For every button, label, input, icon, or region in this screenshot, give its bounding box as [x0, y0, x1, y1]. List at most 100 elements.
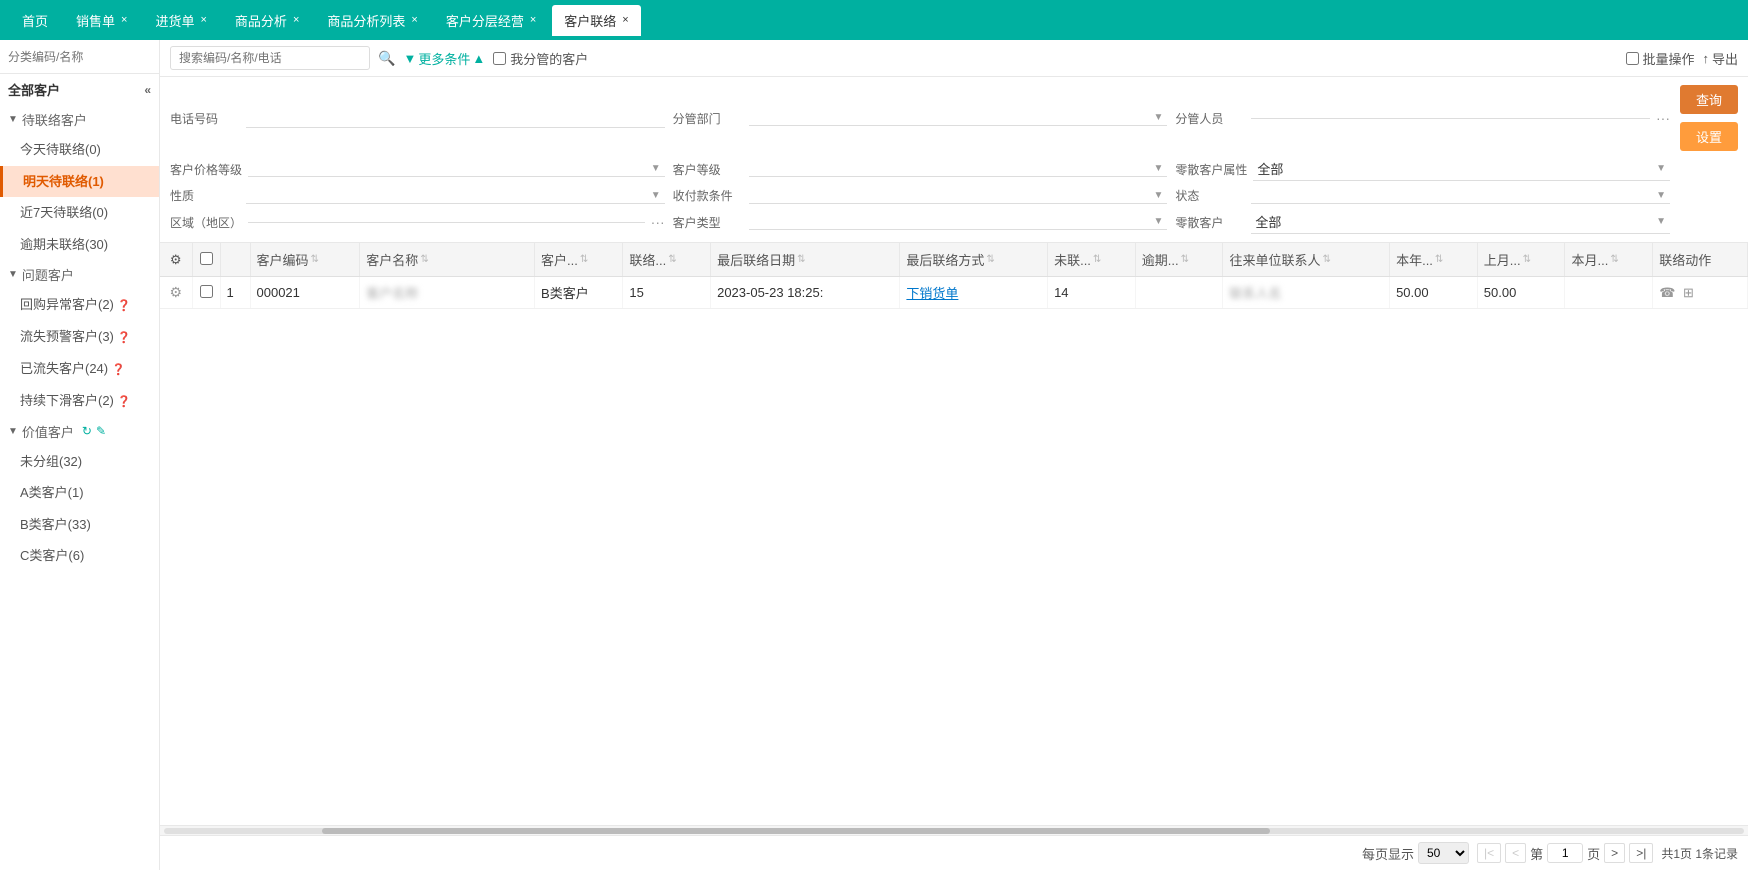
batch-operation-button[interactable]: 批量操作 — [1626, 49, 1694, 68]
col-overdue-header[interactable]: 逾期... ⇅ — [1135, 243, 1223, 277]
sidebar-item-today-pending[interactable]: 今天待联络(0) — [0, 134, 159, 166]
col-gear-header[interactable]: ⚙ — [160, 243, 192, 277]
select-all-checkbox[interactable] — [200, 252, 213, 265]
nav-purchase-order[interactable]: 进货单 × — [143, 5, 218, 36]
last-contact-method-link[interactable]: 下销货单 — [906, 286, 958, 301]
nav-product-analysis[interactable]: 商品分析 × — [223, 5, 311, 36]
col-this-month-header[interactable]: 本月... ⇅ — [1565, 243, 1653, 277]
sidebar-item-class-c[interactable]: C类客户(6) — [0, 540, 159, 572]
filter-status-select[interactable]: ▼ — [1251, 188, 1670, 204]
sidebar-group-value[interactable]: ▼ 价值客户 ↻ ✎ — [0, 417, 159, 446]
col-contacts-header[interactable]: 联络... ⇅ — [623, 243, 711, 277]
prev-page-button[interactable]: < — [1505, 843, 1526, 863]
col-not-contacted-header[interactable]: 未联... ⇅ — [1048, 243, 1136, 277]
row-index: 1 — [220, 277, 250, 309]
filter-price-grade: 客户价格等级 ▼ — [170, 161, 665, 178]
sidebar-search-input[interactable] — [8, 50, 160, 64]
chevron-down-icon: ▼ — [1153, 112, 1163, 123]
gear-icon[interactable]: ⚙ — [170, 252, 182, 267]
col-customer-name-header[interactable]: 客户名称 ⇅ — [360, 243, 535, 277]
filter-payment-terms-select[interactable]: ▼ — [749, 188, 1168, 204]
close-icon[interactable]: × — [622, 14, 628, 26]
col-contact-person-header[interactable]: 往来单位联系人 ⇅ — [1223, 243, 1390, 277]
col-last-contact-method-header[interactable]: 最后联络方式 ⇅ — [900, 243, 1048, 277]
sidebar-item-class-a[interactable]: A类客户(1) — [0, 477, 159, 509]
col-this-year-header[interactable]: 本年... ⇅ — [1390, 243, 1478, 277]
export-button[interactable]: ↑ 导出 — [1702, 49, 1738, 68]
sidebar-group-pending[interactable]: ▼ 待联络客户 — [0, 105, 159, 134]
chevron-down-icon: ▼ — [1153, 190, 1163, 201]
col-customer-code-header[interactable]: 客户编码 ⇅ — [250, 243, 360, 277]
more-action-icon[interactable]: ⊞ — [1683, 285, 1694, 300]
close-icon[interactable]: × — [121, 14, 127, 26]
filter-retail-customer-select[interactable]: 全部 ▼ — [1251, 210, 1670, 234]
last-page-button[interactable]: >| — [1629, 843, 1653, 863]
filter-retail-attr-select[interactable]: 全部 ▼ — [1253, 157, 1670, 181]
row-checkbox[interactable] — [192, 277, 220, 309]
row-last-month: 50.00 — [1477, 277, 1565, 309]
filter-customer-grade-select[interactable]: ▼ — [749, 161, 1168, 177]
filter-search-input[interactable] — [170, 46, 370, 70]
more-conditions-toggle[interactable]: ▼ 更多条件 ▲ — [403, 49, 485, 68]
filter-price-grade-select[interactable]: ▼ — [248, 161, 665, 177]
horizontal-scrollbar[interactable] — [160, 825, 1748, 835]
my-customers-checkbox[interactable] — [493, 52, 506, 65]
filter-customer-type-select[interactable]: ▼ — [749, 214, 1168, 230]
row-customer-name: 客户名称 — [360, 277, 535, 309]
row-select-checkbox[interactable] — [200, 285, 213, 298]
filter-manager: 分管人员 ··· — [1175, 110, 1670, 127]
nav-customer-contact[interactable]: 客户联络 × — [552, 5, 640, 36]
page-size-select[interactable]: 50 100 200 — [1418, 842, 1469, 864]
nav-customer-tier[interactable]: 客户分层经营 × — [434, 5, 548, 36]
batch-checkbox[interactable] — [1626, 52, 1639, 65]
edit-icon[interactable]: ✎ — [96, 424, 106, 438]
filter-customer-type: 客户类型 ▼ — [673, 214, 1168, 231]
sidebar-item-declining[interactable]: 持续下滑客户(2) ❓ — [0, 385, 159, 417]
close-icon[interactable]: × — [200, 14, 206, 26]
set-button[interactable]: 设置 — [1680, 122, 1738, 151]
close-icon[interactable]: × — [530, 14, 536, 26]
my-customers-filter[interactable]: 我分管的客户 — [493, 49, 588, 68]
filter-nature-select[interactable]: ▼ — [246, 188, 665, 204]
next-page-button[interactable]: > — [1604, 843, 1625, 863]
query-button[interactable]: 查询 — [1680, 85, 1738, 114]
close-icon[interactable]: × — [293, 14, 299, 26]
sidebar-item-churned[interactable]: 已流失客户(24) ❓ — [0, 353, 159, 385]
filter-region-dots[interactable]: ··· — [651, 214, 665, 230]
col-last-contact-date-header[interactable]: 最后联络日期 ⇅ — [711, 243, 900, 277]
chevron-down-icon: ▼ — [1656, 216, 1666, 227]
page-number-input[interactable] — [1547, 843, 1583, 863]
sidebar-item-tomorrow-pending[interactable]: 明天待联络(1) — [0, 166, 159, 198]
sort-icon: ⇅ — [580, 254, 588, 265]
scrollbar-thumb[interactable] — [322, 828, 1270, 834]
arrow-icon: ▼ — [8, 114, 18, 125]
sidebar-item-churn-warning[interactable]: 流失预警客户(3) ❓ — [0, 321, 159, 353]
refresh-icon[interactable]: ↻ — [82, 424, 92, 438]
sidebar-item-overdue-pending[interactable]: 逾期未联络(30) — [0, 229, 159, 261]
row-gear[interactable]: ⚙ — [160, 277, 192, 309]
close-icon[interactable]: × — [411, 14, 417, 26]
sidebar-all-customers[interactable]: 全部客户 « — [0, 74, 159, 105]
filter-manager-dots[interactable]: ··· — [1656, 110, 1670, 126]
filter-search-button[interactable]: 🔍 — [378, 50, 395, 67]
sidebar-item-class-b[interactable]: B类客户(33) — [0, 509, 159, 541]
nav-home[interactable]: 首页 — [10, 5, 60, 36]
sidebar-item-unclassified[interactable]: 未分组(32) — [0, 446, 159, 478]
col-last-month-header[interactable]: 上月... ⇅ — [1477, 243, 1565, 277]
filter-dept-select[interactable]: ▼ — [749, 110, 1168, 126]
sidebar-group-problem[interactable]: ▼ 问题客户 — [0, 260, 159, 289]
nav-product-analysis-list[interactable]: 商品分析列表 × — [315, 5, 429, 36]
col-customer-type-header[interactable]: 客户... ⇅ — [535, 243, 623, 277]
contact-icon[interactable]: ☎ — [1659, 285, 1675, 300]
first-page-button[interactable]: |< — [1477, 843, 1501, 863]
row-gear-icon[interactable]: ⚙ — [169, 284, 182, 300]
chevron-down-icon: ▼ — [1656, 190, 1666, 201]
sidebar-item-7days-pending[interactable]: 近7天待联络(0) — [0, 197, 159, 229]
page-size-control: 每页显示 50 100 200 — [1362, 842, 1469, 864]
filter-phone-input[interactable] — [246, 109, 665, 128]
filter-payment-terms-label: 收付款条件 — [673, 187, 743, 204]
sidebar-item-repurchase-abnormal[interactable]: 回购异常客户(2) ❓ — [0, 289, 159, 321]
nav-sales-order[interactable]: 销售单 × — [64, 5, 139, 36]
col-check-header — [192, 243, 220, 277]
row-last-contact-method[interactable]: 下销货单 — [900, 277, 1048, 309]
